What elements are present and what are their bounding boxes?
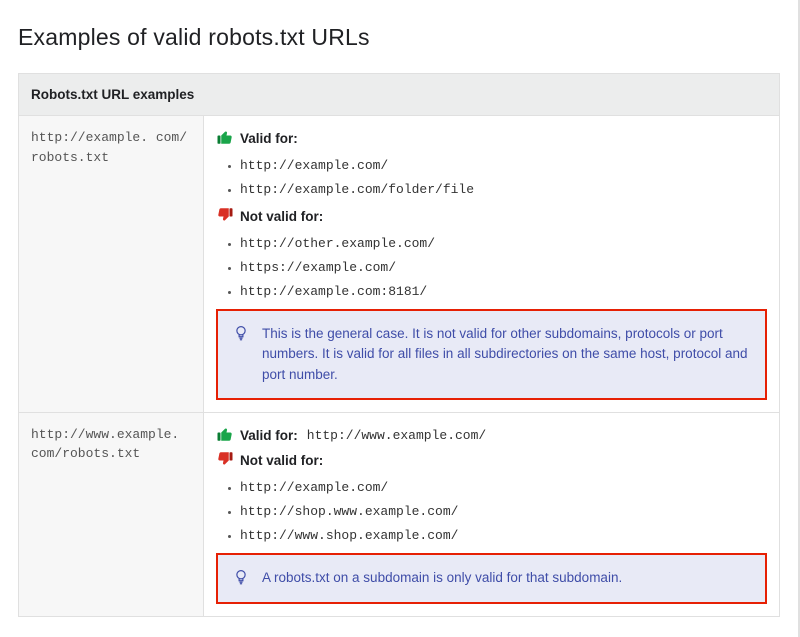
thumb-up-icon: [216, 425, 234, 446]
notvalid-list: http://other.example.com/ https://exampl…: [216, 236, 767, 299]
list-item: http://example.com/: [240, 480, 767, 495]
table-row: http://example. com/robots.txt Valid for…: [19, 116, 780, 413]
table-header: Robots.txt URL examples: [19, 74, 780, 116]
list-item: http://other.example.com/: [240, 236, 767, 251]
examples-table: Robots.txt URL examples http://example. …: [18, 73, 780, 617]
details-cell: Valid for: http://www.example.com/ Not v…: [204, 412, 780, 616]
valid-for-line: Valid for: http://www.example.com/: [216, 425, 767, 446]
thumb-up-icon: [216, 128, 234, 149]
notvalid-label: Not valid for:: [240, 453, 323, 468]
tip-callout: This is the general case. It is not vali…: [216, 309, 767, 400]
list-item: http://shop.www.example.com/: [240, 504, 767, 519]
list-item: http://example.com/folder/file: [240, 182, 767, 197]
robots-url-cell: http://www.example. com/robots.txt: [19, 412, 204, 616]
list-item: http://www.shop.example.com/: [240, 528, 767, 543]
tip-text: A robots.txt on a subdomain is only vali…: [262, 568, 622, 588]
list-item: http://example.com/: [240, 158, 767, 173]
lightbulb-icon: [232, 568, 250, 589]
valid-label: Valid for:: [240, 428, 298, 443]
notvalid-list: http://example.com/ http://shop.www.exam…: [216, 480, 767, 543]
notvalid-for-line: Not valid for:: [216, 206, 767, 227]
details-cell: Valid for: http://example.com/ http://ex…: [204, 116, 780, 413]
robots-url-cell: http://example. com/robots.txt: [19, 116, 204, 413]
thumb-down-icon: [216, 450, 234, 471]
lightbulb-icon: [232, 324, 250, 345]
valid-label: Valid for:: [240, 131, 298, 146]
valid-for-line: Valid for:: [216, 128, 767, 149]
list-item: http://example.com:8181/: [240, 284, 767, 299]
list-item: https://example.com/: [240, 260, 767, 275]
notvalid-for-line: Not valid for:: [216, 450, 767, 471]
tip-text: This is the general case. It is not vali…: [262, 324, 751, 385]
thumb-down-icon: [216, 206, 234, 227]
table-row: http://www.example. com/robots.txt Valid…: [19, 412, 780, 616]
tip-callout: A robots.txt on a subdomain is only vali…: [216, 553, 767, 604]
page-title: Examples of valid robots.txt URLs: [18, 24, 780, 51]
valid-list: http://example.com/ http://example.com/f…: [216, 158, 767, 197]
notvalid-label: Not valid for:: [240, 209, 323, 224]
valid-inline-url: http://www.example.com/: [307, 428, 486, 443]
